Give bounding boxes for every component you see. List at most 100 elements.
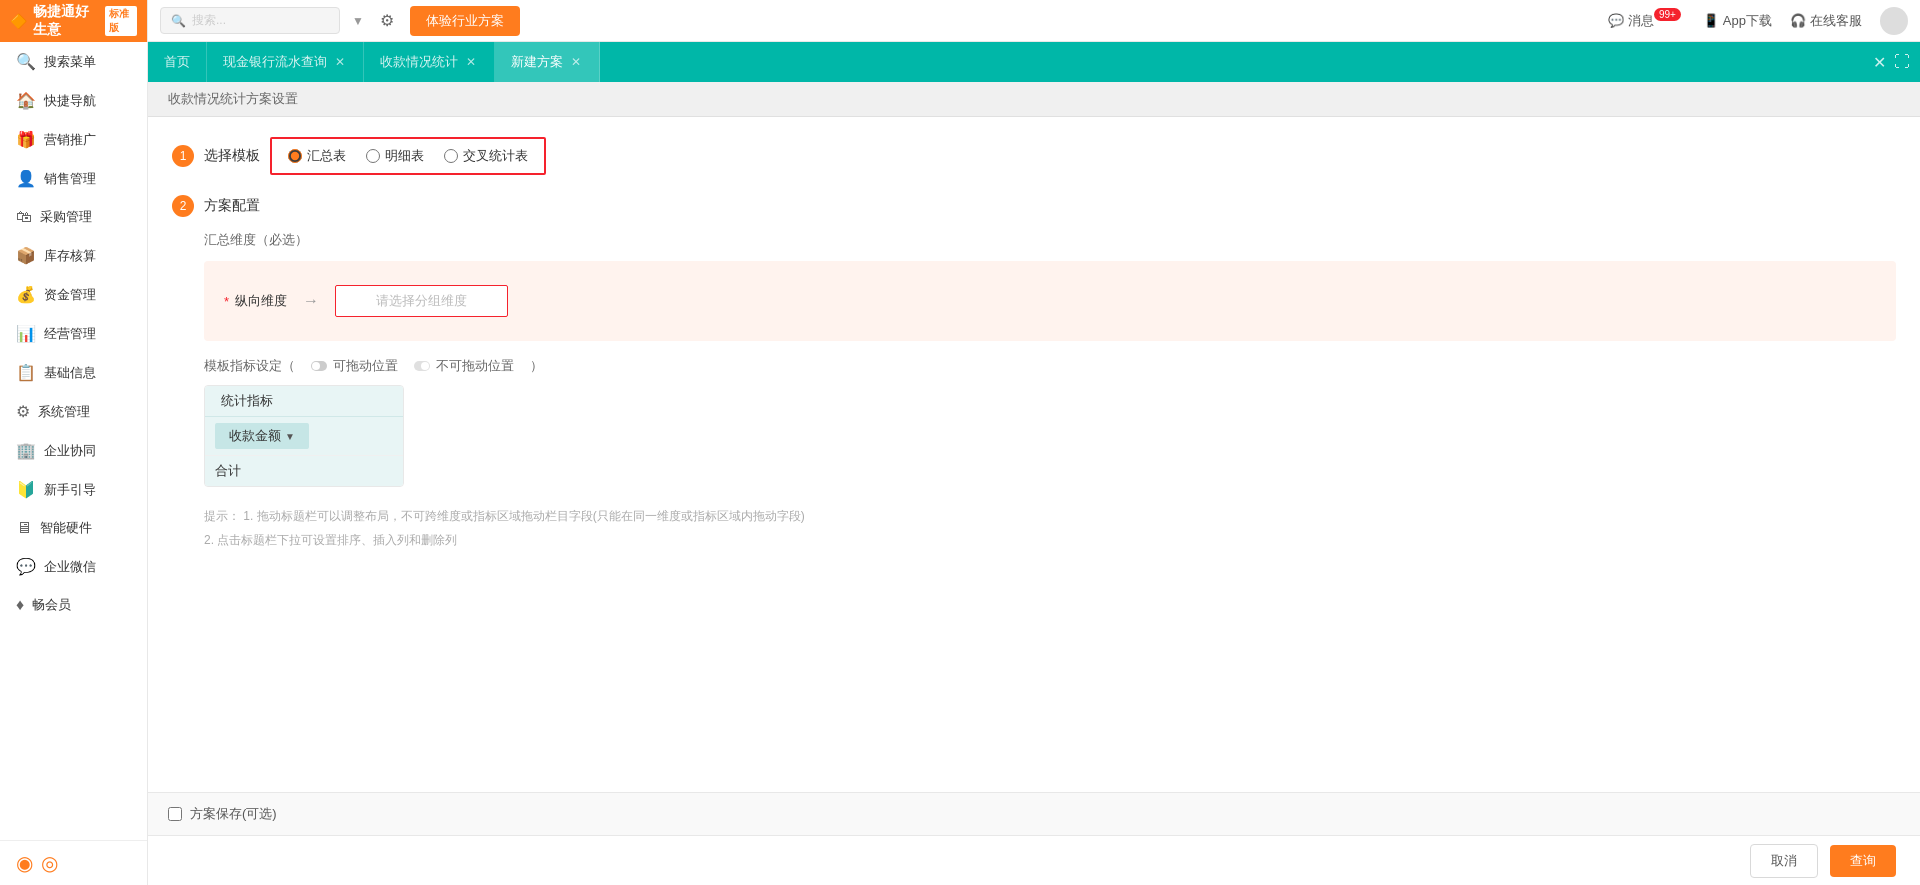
radio-summary-input[interactable] bbox=[288, 149, 302, 163]
download-item[interactable]: 📱 App下载 bbox=[1703, 12, 1772, 30]
radio-detail[interactable]: 明细表 bbox=[366, 147, 424, 165]
sidebar-item-label: 快捷导航 bbox=[44, 92, 96, 110]
tab-label: 收款情况统计 bbox=[380, 53, 458, 71]
sidebar-item-sales[interactable]: 👤 销售管理 bbox=[0, 159, 147, 198]
toggle-draggable[interactable]: 可拖动位置 bbox=[311, 357, 398, 375]
wechat-icon: 💬 bbox=[16, 557, 36, 576]
sidebar-item-label: 库存核算 bbox=[44, 247, 96, 265]
query-button[interactable]: 查询 bbox=[1830, 845, 1896, 877]
main: 🔍 搜索... ▼ ⚙ 体验行业方案 💬 消息 99+ 📱 App下载 🎧 在线… bbox=[148, 0, 1920, 885]
sidebar-item-label: 采购管理 bbox=[40, 208, 92, 226]
management-icon: 📊 bbox=[16, 324, 36, 343]
sidebar-item-purchase[interactable]: 🛍 采购管理 bbox=[0, 198, 147, 236]
breadcrumb-text: 收款情况统计方案设置 bbox=[168, 91, 298, 106]
vertical-label: * 纵向维度 bbox=[224, 292, 287, 310]
tabbar-actions: ✕ ⛶ bbox=[1863, 42, 1920, 82]
logo: 🔶 畅捷通好生意 标准版 bbox=[0, 0, 147, 42]
inventory-icon: 📦 bbox=[16, 246, 36, 265]
sidebar-item-label: 新手引导 bbox=[44, 481, 96, 499]
page-footer: 方案保存(可选) bbox=[148, 792, 1920, 835]
close-window-icon[interactable]: ✕ bbox=[1873, 53, 1886, 72]
sidebar: 🔶 畅捷通好生意 标准版 🔍 搜索菜单 🏠 快捷导航 🎁 营销推广 👤 销售管理… bbox=[0, 0, 148, 885]
base-icon: 📋 bbox=[16, 363, 36, 382]
sidebar-item-inventory[interactable]: 📦 库存核算 bbox=[0, 236, 147, 275]
sidebar-item-label: 资金管理 bbox=[44, 286, 96, 304]
bottom-bar: 取消 查询 bbox=[148, 835, 1920, 885]
chevron-down-icon[interactable]: ▼ bbox=[352, 14, 364, 28]
sidebar-item-base-info[interactable]: 📋 基础信息 bbox=[0, 353, 147, 392]
tab-label: 首页 bbox=[164, 53, 190, 71]
sidebar-item-label: 企业微信 bbox=[44, 558, 96, 576]
radio-summary[interactable]: 汇总表 bbox=[288, 147, 346, 165]
save-checkbox[interactable] bbox=[168, 807, 182, 821]
sidebar-item-quick-nav[interactable]: 🏠 快捷导航 bbox=[0, 81, 147, 120]
sidebar-item-finance[interactable]: 💰 资金管理 bbox=[0, 275, 147, 314]
tip-line2: 2. 点击标题栏下拉可设置排序、插入列和删除列 bbox=[204, 530, 1896, 552]
sidebar-item-enterprise[interactable]: 🏢 企业协同 bbox=[0, 431, 147, 470]
radio-cross-input[interactable] bbox=[444, 149, 458, 163]
message-icon: 💬 bbox=[1608, 13, 1624, 28]
logo-icon: 🔶 bbox=[10, 13, 27, 29]
amount-label-text: 收款金额 bbox=[229, 427, 281, 445]
sidebar-bottom-icon2: ◎ bbox=[41, 851, 58, 875]
sidebar-item-label: 基础信息 bbox=[44, 364, 96, 382]
radio-summary-label: 汇总表 bbox=[307, 147, 346, 165]
sales-icon: 👤 bbox=[16, 169, 36, 188]
metrics-row-amount[interactable]: 收款金额 ▼ bbox=[205, 417, 403, 456]
metrics-table: 统计指标 收款金额 ▼ 合计 bbox=[204, 385, 404, 487]
step2-section: 2 方案配置 汇总维度（必选） * 纵向维度 → 请选择分组维度 bbox=[172, 195, 1896, 551]
sidebar-item-newbie[interactable]: 🔰 新手引导 bbox=[0, 470, 147, 509]
maximize-icon[interactable]: ⛶ bbox=[1894, 53, 1910, 71]
customer-service-item[interactable]: 🎧 在线客服 bbox=[1790, 12, 1862, 30]
sidebar-item-system[interactable]: ⚙ 系统管理 bbox=[0, 392, 147, 431]
sidebar-item-label: 搜索菜单 bbox=[44, 53, 96, 71]
home-icon: 🏠 bbox=[16, 91, 36, 110]
notification-label: 消息 bbox=[1628, 12, 1654, 30]
sidebar-item-management[interactable]: 📊 经营管理 bbox=[0, 314, 147, 353]
hardware-icon: 🖥 bbox=[16, 519, 32, 537]
sidebar-item-hardware[interactable]: 🖥 智能硬件 bbox=[0, 509, 147, 547]
radio-cross[interactable]: 交叉统计表 bbox=[444, 147, 528, 165]
tab-close-icon[interactable]: ✕ bbox=[569, 53, 583, 71]
tab-new-plan[interactable]: 新建方案 ✕ bbox=[495, 42, 600, 82]
notification-item[interactable]: 💬 消息 99+ bbox=[1608, 12, 1685, 30]
sidebar-bottom: ◉ ◎ bbox=[0, 840, 147, 885]
sidebar-item-wechat[interactable]: 💬 企业微信 bbox=[0, 547, 147, 586]
tab-collection[interactable]: 收款情况统计 ✕ bbox=[364, 42, 495, 82]
radio-detail-label: 明细表 bbox=[385, 147, 424, 165]
dimension-select[interactable]: 请选择分组维度 bbox=[335, 285, 508, 317]
sidebar-item-search[interactable]: 🔍 搜索菜单 bbox=[0, 42, 147, 81]
tab-close-icon[interactable]: ✕ bbox=[464, 53, 478, 71]
sidebar-item-label: 营销推广 bbox=[44, 131, 96, 149]
customer-service-label: 在线客服 bbox=[1810, 12, 1862, 30]
step1-header: 1 选择模板 汇总表 明细表 交叉统计表 bbox=[172, 137, 1896, 175]
topbar-search[interactable]: 🔍 搜索... bbox=[160, 7, 340, 34]
sidebar-item-member[interactable]: ♦ 畅会员 bbox=[0, 586, 147, 624]
breadcrumb: 收款情况统计方案设置 bbox=[148, 82, 1920, 117]
toggle-fixed[interactable]: 不可拖动位置 bbox=[414, 357, 514, 375]
toggle-draggable-dot bbox=[311, 361, 327, 371]
config-body: 汇总维度（必选） * 纵向维度 → 请选择分组维度 bbox=[172, 231, 1896, 551]
purchase-icon: 🛍 bbox=[16, 208, 32, 226]
headset-icon: 🎧 bbox=[1790, 13, 1806, 28]
tips-area: 提示： 1. 拖动标题栏可以调整布局，不可跨维度或指标区域拖动栏目字段(只能在同… bbox=[204, 506, 1896, 551]
tab-label: 现金银行流水查询 bbox=[223, 53, 327, 71]
radio-cross-label: 交叉统计表 bbox=[463, 147, 528, 165]
avatar[interactable] bbox=[1880, 7, 1908, 35]
logo-text: 畅捷通好生意 bbox=[33, 3, 99, 39]
sidebar-item-label: 销售管理 bbox=[44, 170, 96, 188]
toggle-fixed-label: 不可拖动位置 bbox=[436, 357, 514, 375]
trial-button[interactable]: 体验行业方案 bbox=[410, 6, 520, 36]
newbie-icon: 🔰 bbox=[16, 480, 36, 499]
finance-icon: 💰 bbox=[16, 285, 36, 304]
cancel-button[interactable]: 取消 bbox=[1750, 844, 1818, 878]
gear-icon[interactable]: ⚙ bbox=[380, 11, 394, 30]
metrics-amount-label: 收款金额 ▼ bbox=[215, 423, 309, 449]
chevron-down-icon: ▼ bbox=[285, 431, 295, 442]
sidebar-item-marketing[interactable]: 🎁 营销推广 bbox=[0, 120, 147, 159]
tab-close-icon[interactable]: ✕ bbox=[333, 53, 347, 71]
sidebar-item-label: 智能硬件 bbox=[40, 519, 92, 537]
radio-detail-input[interactable] bbox=[366, 149, 380, 163]
tab-cash-bank[interactable]: 现金银行流水查询 ✕ bbox=[207, 42, 364, 82]
tab-home[interactable]: 首页 bbox=[148, 42, 207, 82]
